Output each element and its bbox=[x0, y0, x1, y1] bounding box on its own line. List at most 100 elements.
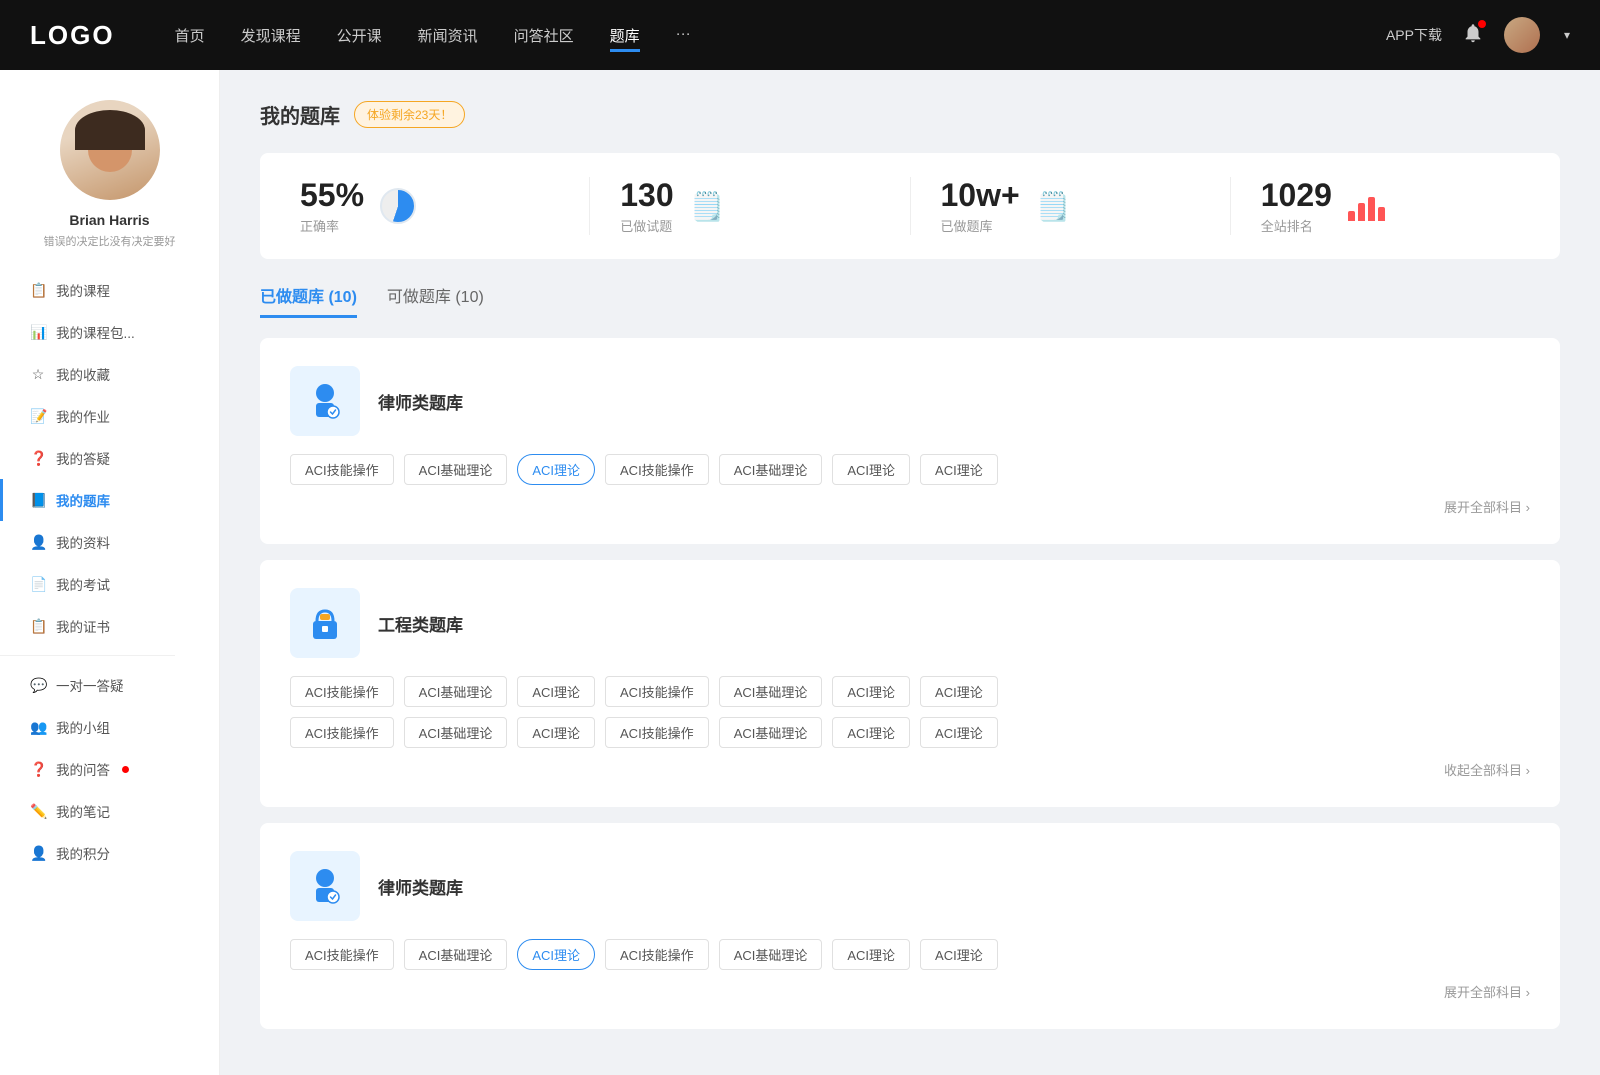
tag-2-5[interactable]: ACI基础理论 bbox=[719, 676, 823, 707]
sidebar-item-tutoring[interactable]: 💬 一对一答疑 bbox=[0, 664, 219, 706]
page-wrapper: Brian Harris 错误的决定比没有决定要好 📋 我的课程 📊 我的课程包… bbox=[0, 70, 1600, 1075]
bell-icon[interactable] bbox=[1462, 22, 1484, 49]
tag-2-6[interactable]: ACI理论 bbox=[832, 676, 910, 707]
tag-2-4[interactable]: ACI技能操作 bbox=[605, 676, 709, 707]
sidebar-item-materials[interactable]: 👤 我的资料 bbox=[0, 521, 219, 563]
accuracy-label: 正确率 bbox=[300, 216, 364, 235]
tag-2b-2[interactable]: ACI基础理论 bbox=[404, 717, 508, 748]
sidebar-item-question-bank[interactable]: 📘 我的题库 bbox=[0, 479, 219, 521]
expand-link-1[interactable]: 展开全部科目 › bbox=[290, 497, 1530, 516]
tab-done-banks[interactable]: 已做题库 (10) bbox=[260, 283, 357, 318]
sidebar-item-label: 我的笔记 bbox=[56, 801, 110, 821]
tag-2b-4[interactable]: ACI技能操作 bbox=[605, 717, 709, 748]
tag-1-5[interactable]: ACI基础理论 bbox=[719, 454, 823, 485]
nav-item-home[interactable]: 首页 bbox=[175, 25, 205, 46]
tag-1-2[interactable]: ACI基础理论 bbox=[404, 454, 508, 485]
accuracy-icon bbox=[380, 188, 416, 224]
tag-2-7[interactable]: ACI理论 bbox=[920, 676, 998, 707]
tutoring-icon: 💬 bbox=[30, 677, 46, 694]
done-questions-label: 已做试题 bbox=[620, 216, 673, 235]
done-banks-icon: 🗒️ bbox=[1036, 190, 1071, 223]
sidebar-item-my-courses[interactable]: 📋 我的课程 bbox=[0, 269, 219, 311]
points-icon: 👤 bbox=[30, 845, 46, 862]
sidebar-item-label: 我的小组 bbox=[56, 717, 110, 737]
sidebar-item-label: 我的课程 bbox=[56, 280, 110, 300]
tags-row-2b: ACI技能操作 ACI基础理论 ACI理论 ACI技能操作 ACI基础理论 AC… bbox=[290, 717, 1530, 748]
tag-1-7[interactable]: ACI理论 bbox=[920, 454, 998, 485]
sidebar-item-points[interactable]: 👤 我的积分 bbox=[0, 832, 219, 874]
trial-badge: 体验剩余23天！ bbox=[354, 101, 465, 128]
qa-notification-dot bbox=[122, 766, 129, 773]
nav-item-discover[interactable]: 发现课程 bbox=[241, 25, 301, 46]
done-questions-icon: 🗒️ bbox=[690, 190, 725, 223]
navbar: LOGO 首页 发现课程 公开课 新闻资讯 问答社区 题库 ··· APP下载 … bbox=[0, 0, 1600, 70]
nav-item-news[interactable]: 新闻资讯 bbox=[418, 25, 478, 46]
ranking-label: 全站排名 bbox=[1261, 216, 1332, 235]
avatar[interactable] bbox=[1504, 17, 1540, 53]
nav-item-bank[interactable]: 题库 bbox=[610, 25, 640, 46]
stat-text-accuracy: 55% 正确率 bbox=[300, 177, 364, 235]
nav-item-qa[interactable]: 问答社区 bbox=[514, 25, 574, 46]
main-content: 我的题库 体验剩余23天！ 55% 正确率 130 已做试题 🗒️ bbox=[220, 70, 1600, 1075]
sidebar-item-label: 我的题库 bbox=[56, 490, 110, 510]
expand-link-3[interactable]: 展开全部科目 › bbox=[290, 982, 1530, 1001]
sidebar-item-label: 我的积分 bbox=[56, 843, 110, 863]
tag-2-2[interactable]: ACI基础理论 bbox=[404, 676, 508, 707]
tag-1-4[interactable]: ACI技能操作 bbox=[605, 454, 709, 485]
questions-icon: ❓ bbox=[30, 450, 46, 467]
exams-icon: 📄 bbox=[30, 576, 46, 593]
sidebar-item-homework[interactable]: 📝 我的作业 bbox=[0, 395, 219, 437]
page-header: 我的题库 体验剩余23天！ bbox=[260, 100, 1560, 129]
homework-icon: 📝 bbox=[30, 408, 46, 425]
certificates-icon: 📋 bbox=[30, 618, 46, 635]
stat-done-banks: 10w+ 已做题库 🗒️ bbox=[911, 177, 1231, 235]
sidebar-item-label: 我的资料 bbox=[56, 532, 110, 552]
bank-card-lawyer-2: 律师类题库 ACI技能操作 ACI基础理论 ACI理论 ACI技能操作 ACI基… bbox=[260, 823, 1560, 1029]
nav-item-more[interactable]: ··· bbox=[676, 25, 691, 46]
tag-3-4[interactable]: ACI技能操作 bbox=[605, 939, 709, 970]
tag-2-3[interactable]: ACI理论 bbox=[517, 676, 595, 707]
tag-3-2[interactable]: ACI基础理论 bbox=[404, 939, 508, 970]
sidebar-item-groups[interactable]: 👥 我的小组 bbox=[0, 706, 219, 748]
tag-2b-6[interactable]: ACI理论 bbox=[832, 717, 910, 748]
tags-row-2: ACI技能操作 ACI基础理论 ACI理论 ACI技能操作 ACI基础理论 AC… bbox=[290, 676, 1530, 707]
tag-1-6[interactable]: ACI理论 bbox=[832, 454, 910, 485]
card-title-1: 律师类题库 bbox=[378, 389, 463, 414]
sidebar-item-notes[interactable]: ✏️ 我的笔记 bbox=[0, 790, 219, 832]
page-title: 我的题库 bbox=[260, 100, 340, 129]
stat-ranking: 1029 全站排名 bbox=[1231, 177, 1550, 235]
tabs-row: 已做题库 (10) 可做题库 (10) bbox=[260, 283, 1560, 318]
tag-2b-5[interactable]: ACI基础理论 bbox=[719, 717, 823, 748]
collapse-link-2[interactable]: 收起全部科目 › bbox=[290, 760, 1530, 779]
sidebar-item-certificates[interactable]: 📋 我的证书 bbox=[0, 605, 219, 647]
tag-2b-1[interactable]: ACI技能操作 bbox=[290, 717, 394, 748]
tag-1-1[interactable]: ACI技能操作 bbox=[290, 454, 394, 485]
sidebar-item-label: 我的考试 bbox=[56, 574, 110, 594]
sidebar-item-my-course-packages[interactable]: 📊 我的课程包... bbox=[0, 311, 219, 353]
tag-3-5[interactable]: ACI基础理论 bbox=[719, 939, 823, 970]
sidebar-divider bbox=[0, 655, 175, 656]
tags-row-1: ACI技能操作 ACI基础理论 ACI理论 ACI技能操作 ACI基础理论 AC… bbox=[290, 454, 1530, 485]
tag-2b-7[interactable]: ACI理论 bbox=[920, 717, 998, 748]
sidebar-item-exams[interactable]: 📄 我的考试 bbox=[0, 563, 219, 605]
tag-3-7[interactable]: ACI理论 bbox=[920, 939, 998, 970]
tag-2b-3[interactable]: ACI理论 bbox=[517, 717, 595, 748]
my-courses-icon: 📋 bbox=[30, 282, 46, 299]
nav-links: 首页 发现课程 公开课 新闻资讯 问答社区 题库 ··· bbox=[175, 25, 1386, 46]
tag-3-3[interactable]: ACI理论 bbox=[517, 939, 595, 970]
tab-available-banks[interactable]: 可做题库 (10) bbox=[387, 283, 484, 318]
tag-3-6[interactable]: ACI理论 bbox=[832, 939, 910, 970]
notification-dot bbox=[1478, 20, 1486, 28]
sidebar-item-label: 我的收藏 bbox=[56, 364, 110, 384]
nav-item-open[interactable]: 公开课 bbox=[337, 25, 382, 46]
tag-3-1[interactable]: ACI技能操作 bbox=[290, 939, 394, 970]
stats-row: 55% 正确率 130 已做试题 🗒️ 10w+ 已做题库 🗒️ bbox=[260, 153, 1560, 259]
sidebar-item-questions[interactable]: ❓ 我的答疑 bbox=[0, 437, 219, 479]
tag-2-1[interactable]: ACI技能操作 bbox=[290, 676, 394, 707]
sidebar-item-my-qa[interactable]: ❓ 我的问答 bbox=[0, 748, 219, 790]
groups-icon: 👥 bbox=[30, 719, 46, 736]
app-download-button[interactable]: APP下载 bbox=[1386, 25, 1442, 45]
sidebar-item-favorites[interactable]: ☆ 我的收藏 bbox=[0, 353, 219, 395]
tag-1-3[interactable]: ACI理论 bbox=[517, 454, 595, 485]
user-menu-chevron[interactable]: ▾ bbox=[1564, 28, 1570, 42]
